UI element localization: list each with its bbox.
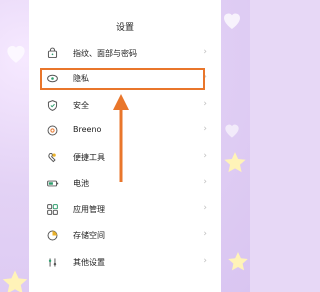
star-decoration-icon <box>224 152 246 173</box>
chevron-right-icon: › <box>203 256 207 266</box>
chevron-right-icon: › <box>203 99 207 109</box>
battery-icon <box>47 180 59 187</box>
settings-item-label: Breeno <box>73 125 102 134</box>
heart-decoration-icon <box>224 13 240 29</box>
settings-item-storage[interactable]: 存储空间 › <box>29 226 221 246</box>
breeno-icon <box>47 125 58 136</box>
apps-icon <box>47 204 58 215</box>
settings-item-label: 其他设置 <box>73 258 105 267</box>
settings-panel: 设置 指纹、面部与密码 › 隐私 › 安全 › Breeno › 便捷工具 › … <box>29 0 221 292</box>
chevron-right-icon: › <box>203 229 207 239</box>
settings-item-apps[interactable]: 应用管理 › <box>29 200 221 220</box>
more-settings-icon <box>48 258 57 267</box>
settings-item-label: 电池 <box>73 179 89 188</box>
shield-icon <box>47 100 58 111</box>
fingerprint-icon <box>47 47 58 59</box>
star-decoration-icon <box>228 252 248 271</box>
chevron-right-icon: › <box>203 151 207 161</box>
tools-icon <box>48 152 56 163</box>
chevron-right-icon: › <box>203 203 207 213</box>
heart-decoration-icon <box>7 45 25 63</box>
highlight-box <box>40 68 205 90</box>
settings-item-label: 安全 <box>73 101 89 110</box>
star-decoration-icon <box>2 270 28 292</box>
settings-item-label: 应用管理 <box>73 205 105 214</box>
chevron-right-icon: › <box>203 47 207 57</box>
page-title: 设置 <box>115 23 134 33</box>
settings-item-fingerprint[interactable]: 指纹、面部与密码 › <box>29 44 221 64</box>
heart-decoration-icon <box>225 124 239 138</box>
settings-item-label: 存储空间 <box>73 231 105 240</box>
settings-item-label: 指纹、面部与密码 <box>73 49 137 58</box>
arrow-up-annotation-icon <box>113 94 129 182</box>
settings-item-label: 便捷工具 <box>73 153 105 162</box>
chevron-right-icon: › <box>203 124 207 134</box>
chevron-right-icon: › <box>203 177 207 187</box>
storage-icon <box>47 230 58 241</box>
settings-item-other[interactable]: 其他设置 › <box>29 253 221 273</box>
